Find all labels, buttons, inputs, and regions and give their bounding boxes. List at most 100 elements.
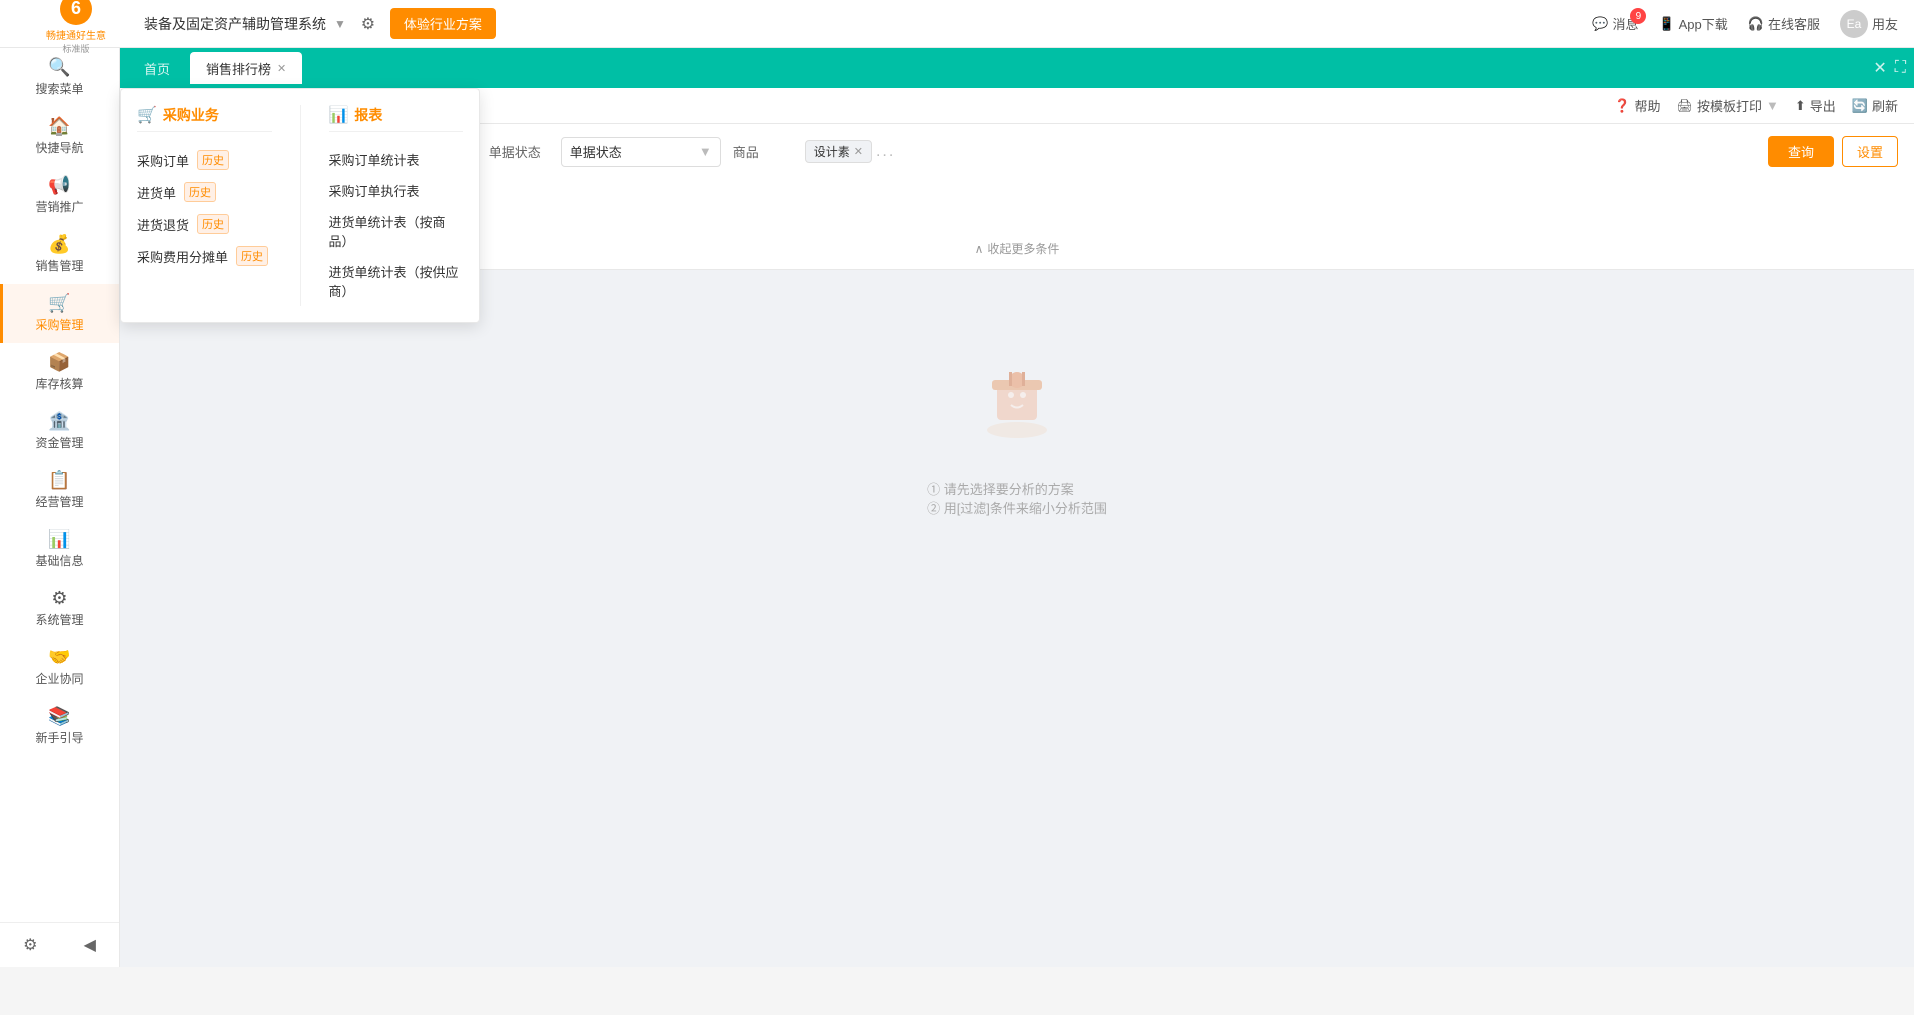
online-service-button[interactable]: 🎧 在线客服 [1748, 14, 1820, 33]
goods-dots[interactable]: ... [876, 143, 895, 161]
menu-item-incoming[interactable]: 进货单 历史 [137, 176, 272, 208]
purchase-section-icon: 🛒 [137, 105, 157, 125]
app-download-button[interactable]: 📱 App下载 [1658, 14, 1727, 33]
menu-item-order-stat[interactable]: 采购订单统计表 [329, 144, 464, 175]
help-button[interactable]: ❓ 帮助 [1614, 96, 1660, 115]
avatar: Ea [1840, 10, 1868, 38]
query-button[interactable]: 查询 [1768, 136, 1834, 167]
search-icon: 🔍 [48, 58, 70, 76]
sidebar-item-finance[interactable]: 🏦 资金管理 [0, 402, 119, 461]
sidebar-item-quick-nav[interactable]: 🏠 快捷导航 [0, 107, 119, 166]
empty-tip-2: 用[过滤]条件来缩小分析范围 [927, 498, 1107, 517]
sidebar-item-label: 新手引导 [35, 729, 83, 746]
industry-button[interactable]: 体验行业方案 [390, 8, 496, 39]
messages-badge: 9 [1630, 8, 1646, 24]
menu-item-order-exec[interactable]: 采购订单执行表 [329, 175, 464, 206]
menu-item-incoming-stat-supplier[interactable]: 进货单统计表（按供应商） [329, 256, 464, 306]
sidebar-item-label: 库存核算 [35, 375, 83, 392]
tab-home[interactable]: 首页 [128, 52, 186, 84]
settings-button[interactable]: 设置 [1842, 136, 1898, 167]
goods-filter-label: 商品 [733, 142, 793, 161]
sidebar-item-inventory[interactable]: 📦 库存核算 [0, 343, 119, 402]
refresh-button[interactable]: 🔄 刷新 [1852, 96, 1898, 115]
sidebar-item-guide[interactable]: 📚 新手引导 [0, 697, 119, 756]
sidebar-bottom: ⚙ ◀ [0, 922, 119, 967]
logo-sub: 标准版 [62, 42, 89, 55]
sidebar-item-label: 快捷导航 [35, 139, 83, 156]
menu-item-purchase-order[interactable]: 采购订单 历史 [137, 144, 272, 176]
menu-item-expense[interactable]: 采购费用分摊单 历史 [137, 240, 272, 272]
settings-icon-btn[interactable]: ⚙ [354, 10, 382, 38]
sidebar-item-operations[interactable]: 📋 经营管理 [0, 461, 119, 520]
sidebar-item-sales[interactable]: 💰 销售管理 [0, 225, 119, 284]
history-tag-purchase-order: 历史 [197, 150, 229, 170]
sidebar-item-label: 采购管理 [35, 316, 83, 333]
incoming-stat-supplier-label: 进货单统计表（按供应商） [329, 262, 464, 300]
header-right: 💬 消息 9 📱 App下载 🎧 在线客服 Ea 用友 [1592, 10, 1898, 38]
sidebar: 🔍 搜索菜单 🏠 快捷导航 📢 营销推广 💰 销售管理 🛒 采购管理 📦 库存核… [0, 48, 120, 967]
report-section-icon: 📊 [329, 105, 349, 125]
sidebar-item-label: 基础信息 [35, 552, 83, 569]
incoming-stat-goods-label: 进货单统计表（按商品） [329, 212, 464, 250]
history-tag-expense: 历史 [236, 246, 268, 266]
sidebar-item-basic-info[interactable]: 📊 基础信息 [0, 520, 119, 579]
user-menu[interactable]: Ea 用友 [1840, 10, 1898, 38]
system-title: 装备及固定资产辅助管理系统 [144, 14, 326, 34]
sales-icon: 💰 [48, 235, 70, 253]
purchase-icon: 🛒 [48, 294, 70, 312]
bottom-settings-icon[interactable]: ⚙ [15, 931, 45, 959]
print-button[interactable]: 🖨 按模板打印 ▼ [1676, 96, 1778, 115]
report-section: 📊 报表 采购订单统计表 采购订单执行表 进货单统计表（按商品） 进货单统计表（… [329, 105, 464, 306]
sidebar-item-purchase[interactable]: 🛒 采购管理 [0, 284, 119, 343]
guide-icon: 📚 [48, 707, 70, 725]
order-exec-label: 采购订单执行表 [329, 181, 420, 200]
tab-expand-icon[interactable]: ⛶ [1895, 59, 1906, 77]
sidebar-item-cooperation[interactable]: 🤝 企业协同 [0, 638, 119, 697]
goods-tag-close[interactable]: ✕ [854, 145, 863, 158]
collapse-sidebar-icon[interactable]: ◀ [76, 931, 104, 959]
marketing-icon: 📢 [48, 176, 70, 194]
status-select-value: 单据状态 [570, 142, 622, 161]
logo-icon: 6 [60, 0, 92, 25]
help-icon: ❓ [1614, 98, 1630, 114]
print-icon: 🖨 [1676, 98, 1693, 114]
purchase-dropdown-menu: 🛒 采购业务 采购订单 历史 进货单 历史 进货退货 历史 采购费用分摊单 历史… [120, 88, 480, 323]
purchase-section: 🛒 采购业务 采购订单 历史 进货单 历史 进货退货 历史 采购费用分摊单 历史 [137, 105, 272, 306]
status-select[interactable]: 单据状态 ▼ [561, 137, 721, 167]
collapse-button[interactable]: ∧ 收起更多条件 [975, 240, 1060, 257]
inventory-icon: 📦 [48, 353, 70, 371]
tab-close-icon[interactable]: ✕ [277, 62, 286, 75]
sidebar-item-label: 销售管理 [35, 257, 83, 274]
history-tag-return: 历史 [197, 214, 229, 234]
basic-info-icon: 📊 [48, 530, 70, 548]
filter-actions: 查询 设置 [1768, 136, 1898, 167]
status-select-arrow: ▼ [699, 144, 712, 159]
sidebar-item-label: 搜索菜单 [35, 80, 83, 97]
status-filter-label: 单据状态 [489, 142, 549, 161]
export-icon: ⬆ [1795, 98, 1806, 114]
menu-item-incoming-stat-goods[interactable]: 进货单统计表（按商品） [329, 206, 464, 256]
empty-illustration [967, 350, 1067, 450]
message-icon: 💬 [1592, 16, 1608, 32]
menu-item-return[interactable]: 进货退货 历史 [137, 208, 272, 240]
tab-close-all-icon[interactable]: ✕ [1873, 58, 1886, 78]
sidebar-item-label: 经营管理 [35, 493, 83, 510]
sidebar-item-label: 营销推广 [35, 198, 83, 215]
header-middle: 装备及固定资产辅助管理系统 ▼ ⚙ 体验行业方案 [136, 8, 1592, 39]
export-button[interactable]: ⬆ 导出 [1795, 96, 1836, 115]
empty-tips: 请先选择要分析的方案 用[过滤]条件来缩小分析范围 [927, 479, 1107, 517]
sidebar-item-system[interactable]: ⚙ 系统管理 [0, 579, 119, 638]
empty-tip-1: 请先选择要分析的方案 [927, 479, 1107, 498]
sidebar-item-search[interactable]: 🔍 搜索菜单 [0, 48, 119, 107]
system-icon: ⚙ [51, 589, 67, 607]
dropdown-arrow-icon[interactable]: ▼ [334, 17, 346, 31]
tab-sales-rank[interactable]: 销售排行榜 ✕ [190, 52, 302, 84]
headset-icon: 🎧 [1748, 16, 1764, 32]
expense-label: 采购费用分摊单 [137, 247, 228, 266]
tab-bar: 首页 销售排行榜 ✕ ✕ ⛶ [120, 48, 1914, 88]
phone-icon: 📱 [1658, 16, 1674, 32]
messages-button[interactable]: 💬 消息 9 [1592, 14, 1638, 33]
sidebar-item-marketing[interactable]: 📢 营销推广 [0, 166, 119, 225]
print-dropdown-icon[interactable]: ▼ [1766, 98, 1779, 113]
home-icon: 🏠 [48, 117, 70, 135]
